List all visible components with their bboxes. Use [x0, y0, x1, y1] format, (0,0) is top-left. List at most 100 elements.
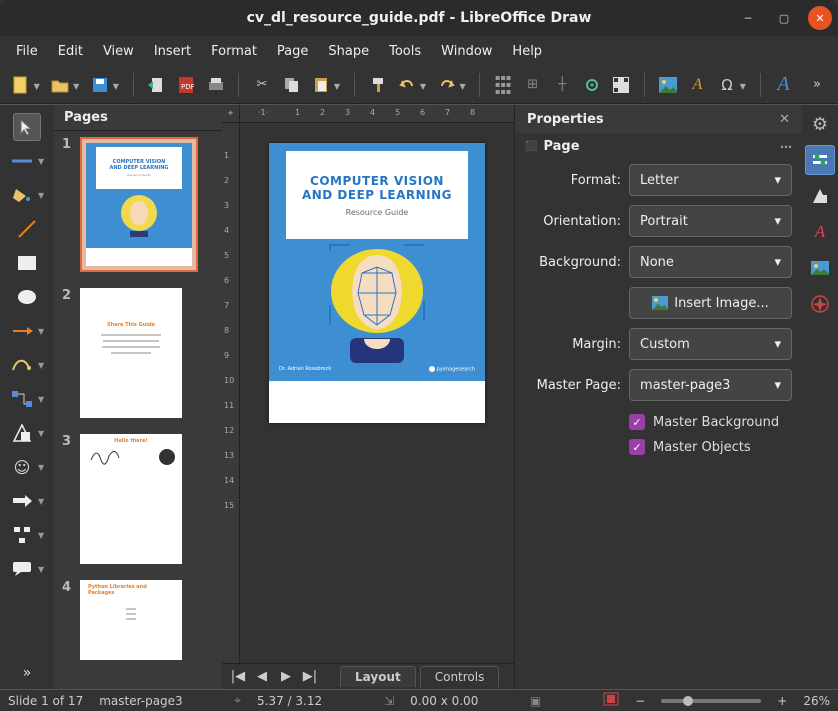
- qr-button[interactable]: [609, 71, 635, 99]
- canvas-viewport[interactable]: COMPUTER VISION AND DEEP LEARNING Resour…: [240, 123, 514, 663]
- menu-window[interactable]: Window: [433, 40, 500, 63]
- section-more-icon[interactable]: ⋯: [780, 140, 792, 154]
- next-page-button[interactable]: ▶: [276, 667, 296, 687]
- menu-edit[interactable]: Edit: [50, 40, 91, 63]
- special-char-button[interactable]: Ω▼: [714, 71, 740, 99]
- tool-basic-shapes[interactable]: [8, 419, 36, 447]
- sidebar-tab-properties[interactable]: [805, 145, 835, 175]
- tool-pointer[interactable]: [13, 113, 41, 141]
- copy-button[interactable]: [279, 71, 305, 99]
- fit-page-icon[interactable]: [603, 692, 619, 709]
- select-orientation[interactable]: Portrait▾: [629, 205, 792, 237]
- cut-button[interactable]: ✂: [249, 71, 275, 99]
- tool-arrow-line[interactable]: [8, 317, 36, 345]
- minimize-button[interactable]: ─: [736, 6, 760, 30]
- tool-line-color[interactable]: [8, 147, 36, 175]
- undo-button[interactable]: ▼: [394, 71, 420, 99]
- tool-connector[interactable]: [8, 385, 36, 413]
- paste-button[interactable]: ▼: [308, 71, 334, 99]
- sidebar-settings-icon[interactable]: ⚙: [805, 109, 835, 139]
- export-pdf-button[interactable]: PDF: [173, 71, 199, 99]
- ruler-origin-icon[interactable]: ✦: [222, 105, 240, 123]
- menu-file[interactable]: File: [8, 40, 46, 63]
- status-zoom[interactable]: 26%: [803, 694, 830, 708]
- prev-page-button[interactable]: ◀: [252, 667, 272, 687]
- save-status-icon[interactable]: ▣: [530, 694, 541, 708]
- tool-curve[interactable]: [8, 351, 36, 379]
- properties-close-icon[interactable]: ✕: [779, 112, 790, 127]
- tab-layout[interactable]: Layout: [340, 666, 416, 687]
- menu-view[interactable]: View: [95, 40, 142, 63]
- snap-button[interactable]: ⊞: [520, 71, 546, 99]
- tab-controls[interactable]: Controls: [420, 666, 500, 687]
- tool-symbols[interactable]: ☺: [8, 453, 36, 481]
- select-master-page[interactable]: master-page3▾: [629, 369, 792, 401]
- menu-tools[interactable]: Tools: [381, 40, 429, 63]
- close-button[interactable]: ✕: [808, 6, 832, 30]
- select-margin[interactable]: Custom▾: [629, 328, 792, 360]
- tool-flowchart[interactable]: [8, 521, 36, 549]
- export-button[interactable]: [144, 71, 170, 99]
- tool-callout[interactable]: [8, 555, 36, 583]
- grid-button[interactable]: ▪▪▪▪▪▪▪▪▪: [490, 71, 516, 99]
- cursor-pos-icon: ⌖: [234, 693, 241, 708]
- menu-shape[interactable]: Shape: [320, 40, 377, 63]
- page-number: 1: [62, 137, 74, 152]
- maximize-button[interactable]: ▢: [772, 6, 796, 30]
- sidebar-tab-gallery[interactable]: [805, 253, 835, 283]
- vertical-ruler[interactable]: 1 2 3 4 5 6 7 8 9 10 11 12 13 14 15: [222, 123, 240, 663]
- page-canvas[interactable]: COMPUTER VISION AND DEEP LEARNING Resour…: [269, 143, 485, 423]
- sidebar-tab-styles[interactable]: A: [805, 217, 835, 247]
- tool-rectangle[interactable]: [13, 249, 41, 277]
- zoom-in-button[interactable]: +: [777, 694, 787, 708]
- checkbox-master-objects[interactable]: ✓: [629, 439, 645, 455]
- pages-list[interactable]: 1 COMPUTER VISION AND DEEP LEARNING Reso…: [54, 131, 222, 689]
- image-button[interactable]: [655, 71, 681, 99]
- section-collapse-icon[interactable]: ⬛: [525, 141, 537, 152]
- zoom-slider[interactable]: [661, 699, 761, 703]
- thumb-sub: Resource Guide: [127, 173, 151, 177]
- open-button[interactable]: ▼: [48, 71, 74, 99]
- checkbox-master-bg[interactable]: ✓: [629, 414, 645, 430]
- tool-block-arrows[interactable]: [8, 487, 36, 515]
- sidebar-tabs: ⚙ A: [802, 105, 838, 689]
- menu-page[interactable]: Page: [269, 40, 316, 63]
- last-page-button[interactable]: ▶|: [300, 667, 320, 687]
- new-button[interactable]: ▼: [8, 71, 34, 99]
- insert-image-button[interactable]: Insert Image...: [629, 287, 792, 319]
- fontwork-button[interactable]: A: [685, 71, 711, 99]
- menu-format[interactable]: Format: [203, 40, 265, 63]
- page-thumb-1[interactable]: COMPUTER VISION AND DEEP LEARNING Resour…: [80, 137, 198, 272]
- sidebar-tab-navigator[interactable]: [805, 289, 835, 319]
- glue-button[interactable]: [579, 71, 605, 99]
- thumb2-title: Share This Guide: [107, 322, 155, 328]
- status-slide: Slide 1 of 17: [8, 694, 83, 708]
- tool-fill-color[interactable]: [8, 181, 36, 209]
- save-button[interactable]: ▼: [87, 71, 113, 99]
- label-background: Background:: [525, 255, 621, 270]
- select-format[interactable]: Letter▾: [629, 164, 792, 196]
- horizontal-ruler[interactable]: ·1· 1 2 3 4 5 6 7 8: [240, 105, 514, 123]
- tool-line[interactable]: [13, 215, 41, 243]
- page-thumb-4[interactable]: Python Libraries and Packages: [80, 580, 182, 660]
- cover-title-2: AND DEEP LEARNING: [302, 188, 452, 202]
- menu-insert[interactable]: Insert: [146, 40, 199, 63]
- toolbar-overflow-button[interactable]: »: [804, 71, 830, 99]
- sidebar-tab-shapes[interactable]: [805, 181, 835, 211]
- redo-button[interactable]: ▼: [434, 71, 460, 99]
- page-thumb-2[interactable]: Share This Guide: [80, 288, 182, 418]
- select-background[interactable]: None▾: [629, 246, 792, 278]
- label-master-objects: Master Objects: [653, 440, 751, 455]
- page-thumb-3[interactable]: Hello there!: [80, 434, 182, 564]
- clone-format-button[interactable]: [365, 71, 391, 99]
- helplines-button[interactable]: ┼: [550, 71, 576, 99]
- tool-ellipse[interactable]: [13, 283, 41, 311]
- toolbox-overflow[interactable]: »: [13, 659, 41, 687]
- print-button[interactable]: [203, 71, 229, 99]
- first-page-button[interactable]: |◀: [228, 667, 248, 687]
- chevron-down-icon: ▾: [774, 173, 781, 188]
- menubar: File Edit View Insert Format Page Shape …: [0, 36, 838, 66]
- large-text-button[interactable]: A: [771, 71, 797, 99]
- menu-help[interactable]: Help: [504, 40, 550, 63]
- zoom-out-button[interactable]: −: [635, 694, 645, 708]
